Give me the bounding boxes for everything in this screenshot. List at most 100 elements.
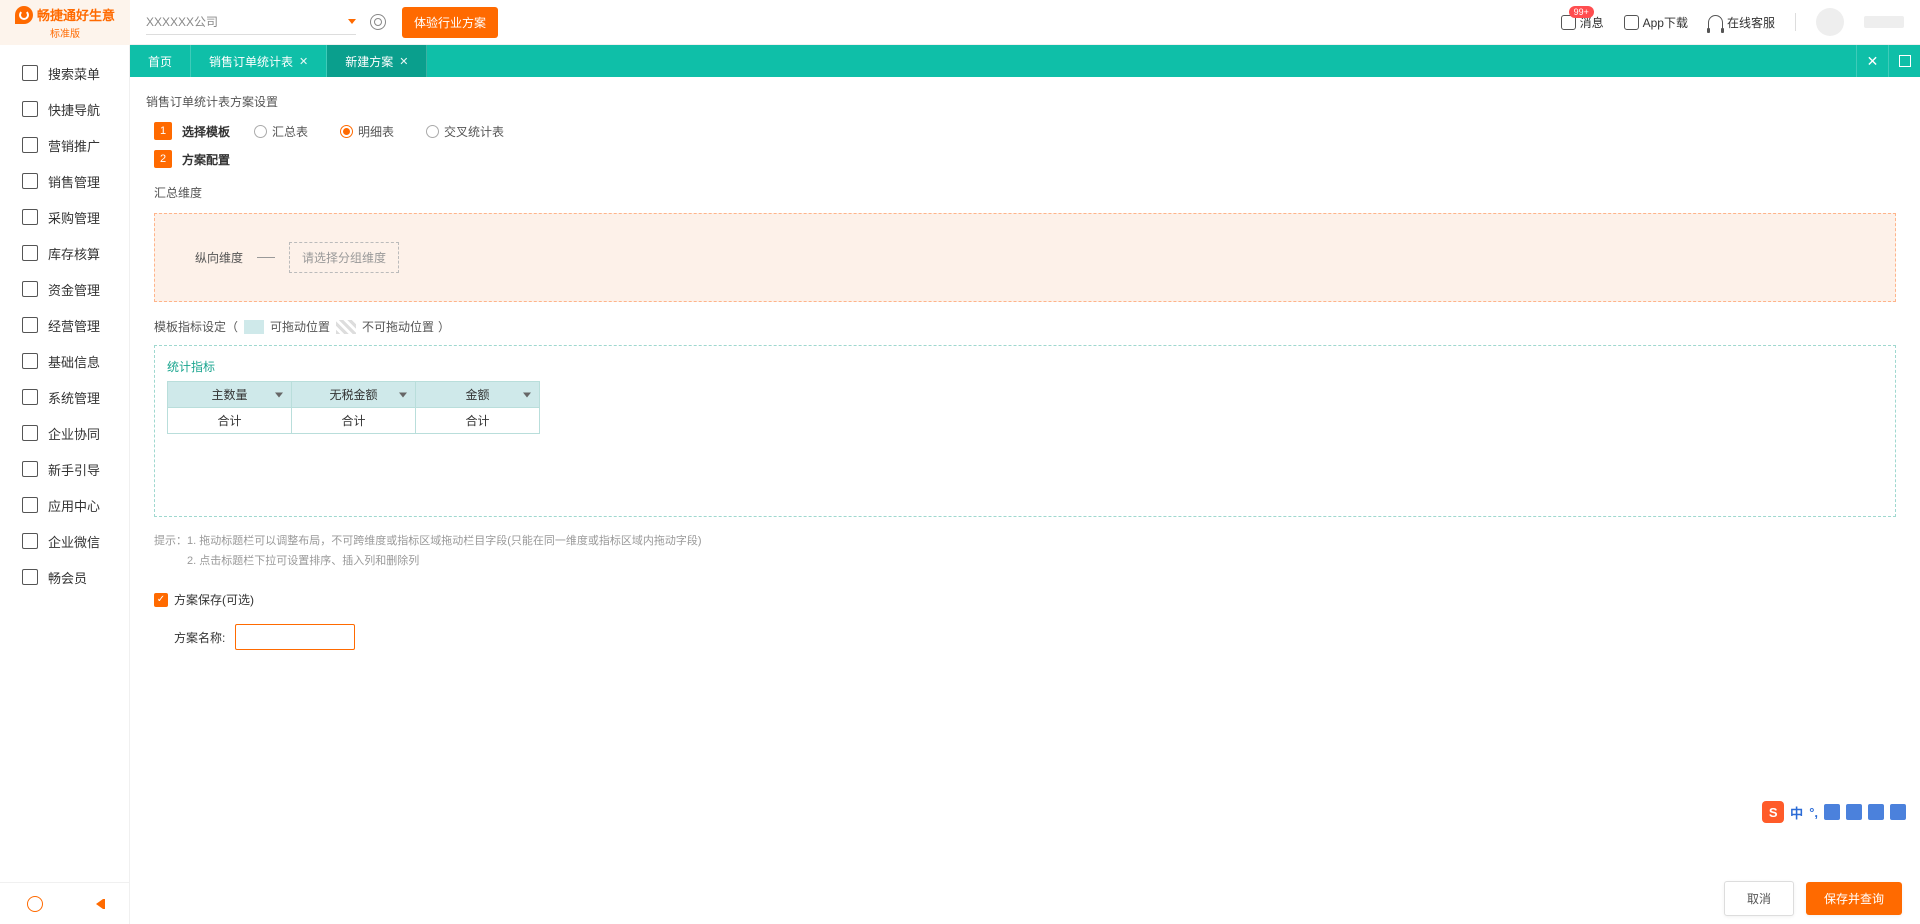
sidebar: 搜索菜单 快捷导航 营销推广 销售管理 采购管理 库存核算 资金管理 经营管理 …	[0, 45, 130, 924]
sidebar-item-search[interactable]: 搜索菜单	[0, 55, 129, 91]
footer-bar: 取消 保存并查询	[130, 872, 1920, 924]
step-2-number: 2	[154, 150, 172, 168]
headset-icon	[1708, 15, 1723, 30]
ime-punct-icon[interactable]: °,	[1809, 805, 1818, 820]
non-draggable-swatch	[336, 320, 356, 334]
team-icon	[22, 425, 38, 441]
sidebar-item-purchase[interactable]: 采购管理	[0, 199, 129, 235]
warehouse-icon	[22, 245, 38, 261]
support-label: 在线客服	[1727, 14, 1775, 31]
divider	[1795, 13, 1796, 31]
cart-icon	[22, 173, 38, 189]
company-select[interactable]: XXXXXX公司	[146, 9, 356, 35]
dash-icon	[257, 257, 275, 258]
cancel-button[interactable]: 取消	[1724, 881, 1794, 916]
gift-icon	[22, 137, 38, 153]
chevron-down-icon	[348, 19, 356, 24]
ime-mic-icon[interactable]	[1824, 804, 1840, 820]
indicator-table-wrap: 统计指标 主数量 无税金额 金额 合计 合计 合计	[154, 345, 1896, 517]
chevron-down-icon	[523, 392, 531, 397]
checkbox-checked-icon: ✓	[154, 593, 168, 607]
step-1-row: 1 选择模板 汇总表 明细表 交叉统计表	[130, 122, 1920, 150]
sidebar-item-wechat[interactable]: 企业微信	[0, 523, 129, 559]
radio-detail[interactable]: 明细表	[340, 123, 394, 140]
save-plan-checkbox[interactable]: ✓ 方案保存(可选)	[154, 591, 1896, 608]
sidebar-settings-icon[interactable]	[27, 896, 43, 912]
search-icon	[22, 65, 38, 81]
brand-name: 畅捷通好生意	[37, 5, 115, 24]
brand-logo: 畅捷通好生意 标准版	[0, 0, 130, 45]
sidebar-item-inventory[interactable]: 库存核算	[0, 235, 129, 271]
step-2-row: 2 方案配置	[130, 150, 1920, 178]
axis-label: 纵向维度	[195, 249, 243, 266]
sidebar-item-finance[interactable]: 资金管理	[0, 271, 129, 307]
sidebar-item-collab[interactable]: 企业协同	[0, 415, 129, 451]
content: 销售订单统计表方案设置 1 选择模板 汇总表 明细表 交叉统计表 2 方案配置 …	[130, 77, 1920, 924]
table-row: 合计 合计 合计	[168, 408, 540, 434]
sidebar-item-member[interactable]: 畅会员	[0, 559, 129, 595]
draggable-swatch	[244, 320, 264, 334]
ime-lang[interactable]: 中	[1790, 803, 1803, 822]
sidebar-item-marketing[interactable]: 营销推广	[0, 127, 129, 163]
chevron-down-icon	[399, 392, 407, 397]
play-icon	[22, 461, 38, 477]
sidebar-item-appcenter[interactable]: 应用中心	[0, 487, 129, 523]
tabs-close-all-button[interactable]: ✕	[1856, 45, 1888, 77]
hint-block: 提示：1. 拖动标题栏可以调整布局，不可跨维度或指标区域拖动栏目字段(只能在同一…	[154, 531, 1896, 571]
save-query-button[interactable]: 保存并查询	[1806, 882, 1902, 915]
phone-icon	[1624, 15, 1639, 30]
topbar: XXXXXX公司 体验行业方案 消息 99+ App下载 在线客服	[130, 0, 1920, 45]
sidebar-collapse-icon[interactable]	[96, 899, 103, 909]
gear-icon	[22, 389, 38, 405]
plan-name-input[interactable]	[235, 624, 355, 650]
chart-icon	[22, 317, 38, 333]
apps-icon	[22, 497, 38, 513]
ime-toolbar[interactable]: S 中 °,	[1756, 800, 1912, 824]
step-1-number: 1	[154, 122, 172, 140]
tab-report[interactable]: 销售订单统计表✕	[191, 45, 327, 77]
group-dimension-select[interactable]: 请选择分组维度	[289, 242, 399, 273]
username-placeholder	[1864, 16, 1904, 28]
step-2-label: 方案配置	[182, 151, 230, 168]
col-quantity[interactable]: 主数量	[168, 382, 292, 408]
indicator-table: 主数量 无税金额 金额 合计 合计 合计	[167, 381, 540, 434]
tab-home[interactable]: 首页	[130, 45, 191, 77]
vip-icon	[22, 569, 38, 585]
plan-name-label: 方案名称:	[174, 629, 225, 646]
wallet-icon	[22, 281, 38, 297]
sidebar-item-operation[interactable]: 经营管理	[0, 307, 129, 343]
settings-icon[interactable]	[370, 14, 386, 30]
col-amount[interactable]: 金额	[416, 382, 540, 408]
tab-close-icon[interactable]: ✕	[399, 55, 408, 68]
step-1-label: 选择模板	[182, 123, 230, 140]
company-name: XXXXXX公司	[146, 13, 218, 30]
radio-summary[interactable]: 汇总表	[254, 123, 308, 140]
ime-keyboard-icon[interactable]	[1846, 804, 1862, 820]
list-icon	[22, 353, 38, 369]
brand-sub: 标准版	[50, 25, 80, 40]
brand-icon	[15, 6, 33, 24]
sidebar-item-baseinfo[interactable]: 基础信息	[0, 343, 129, 379]
sidebar-item-system[interactable]: 系统管理	[0, 379, 129, 415]
ime-toolbox-icon[interactable]	[1890, 804, 1906, 820]
wechat-icon	[22, 533, 38, 549]
support-link[interactable]: 在线客服	[1708, 14, 1775, 31]
messages-link[interactable]: 消息 99+	[1561, 14, 1604, 31]
try-industry-button[interactable]: 体验行业方案	[402, 7, 498, 38]
avatar[interactable]	[1816, 8, 1844, 36]
app-download-link[interactable]: App下载	[1624, 14, 1688, 31]
indicator-title: 统计指标	[167, 358, 1883, 375]
sidebar-item-guide[interactable]: 新手引导	[0, 451, 129, 487]
tab-new-plan[interactable]: 新建方案✕	[327, 45, 427, 77]
dimension-title: 汇总维度	[154, 178, 1896, 207]
col-amount-notax[interactable]: 无税金额	[292, 382, 416, 408]
sidebar-item-sales[interactable]: 销售管理	[0, 163, 129, 199]
sidebar-footer	[0, 882, 130, 924]
fullscreen-button[interactable]	[1888, 45, 1920, 77]
radio-cross[interactable]: 交叉统计表	[426, 123, 504, 140]
ime-skin-icon[interactable]	[1868, 804, 1884, 820]
messages-badge: 99+	[1569, 6, 1594, 18]
sidebar-item-quicknav[interactable]: 快捷导航	[0, 91, 129, 127]
page-title: 销售订单统计表方案设置	[130, 77, 1920, 122]
tab-close-icon[interactable]: ✕	[299, 55, 308, 68]
